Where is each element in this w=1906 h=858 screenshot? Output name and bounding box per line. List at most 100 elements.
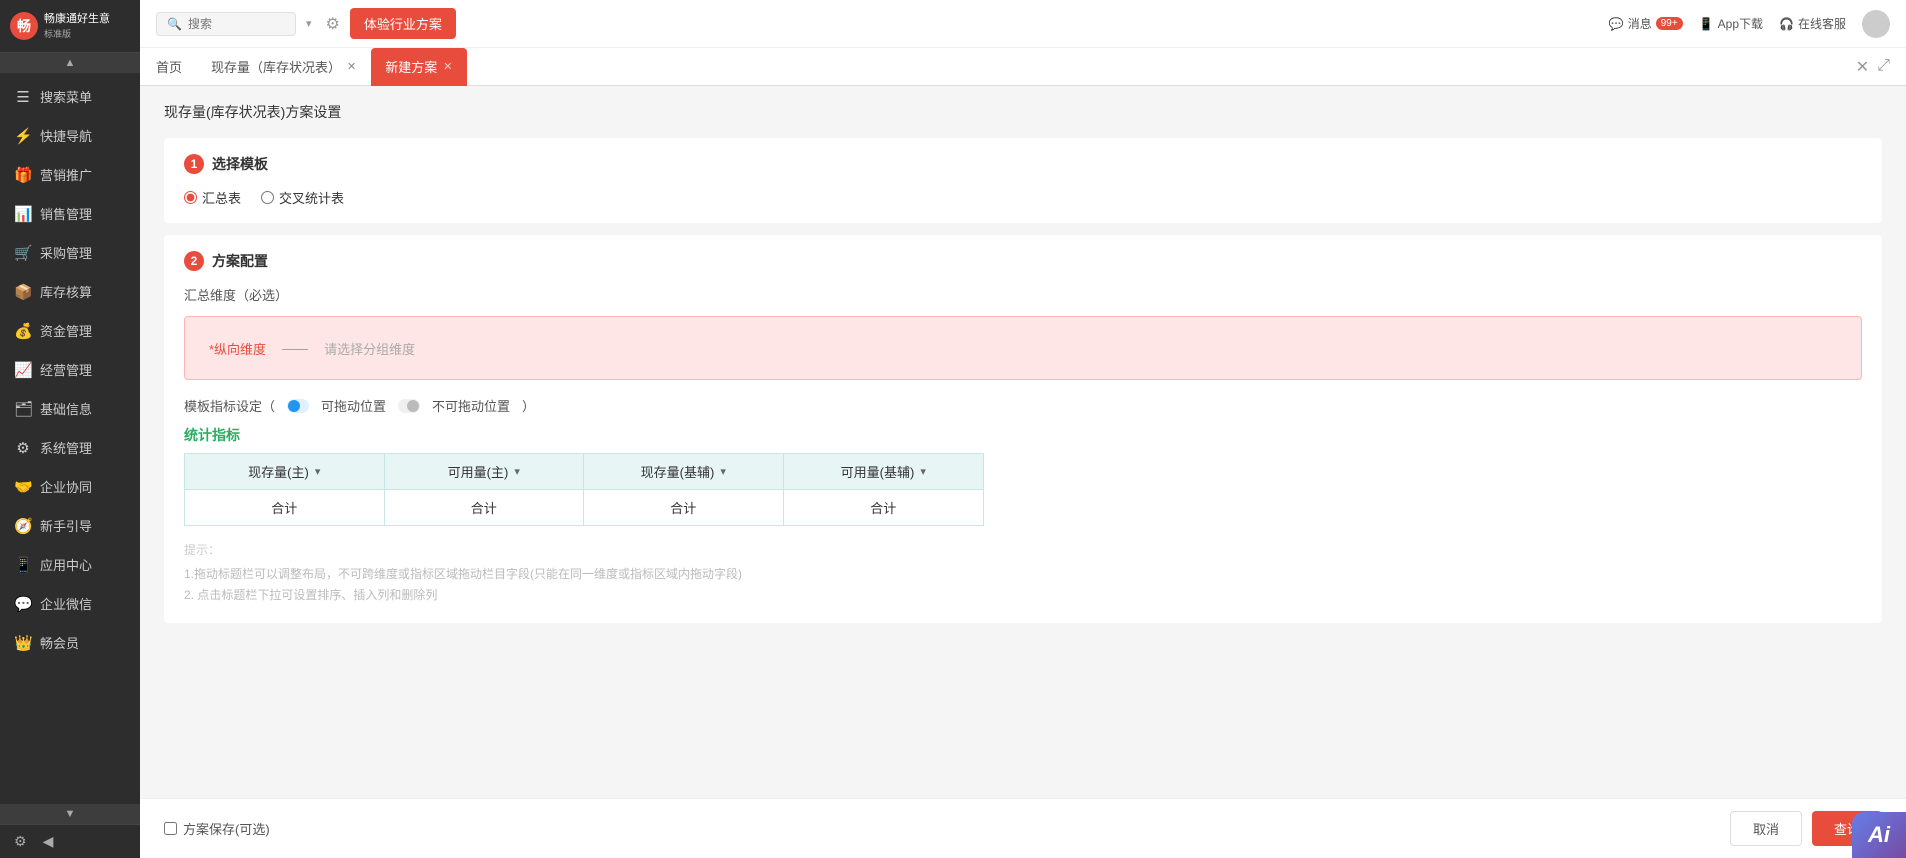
sidebar-item-inventory[interactable]: 📦 库存核算 [0, 272, 140, 311]
tabs-bar: 首页 现存量（库存状况表） ✕ 新建方案 ✕ ✕ ⤢ [140, 48, 1906, 86]
sidebar-scroll-down[interactable]: ▼ [0, 804, 140, 824]
customer-service-item[interactable]: 🎧 在线客服 [1779, 15, 1846, 32]
dimension-hint: 请选择分组维度 [324, 339, 415, 358]
sidebar-item-quick-nav[interactable]: ⚡ 快捷导航 [0, 116, 140, 155]
window-close-icon[interactable]: ✕ [1856, 57, 1869, 77]
sidebar-scroll-up[interactable]: ▲ [0, 53, 140, 73]
sidebar-item-label: 快捷导航 [40, 126, 92, 145]
quick-nav-icon: ⚡ [14, 127, 32, 145]
topbar-search-box[interactable]: 🔍 [156, 12, 296, 36]
sidebar-item-label: 销售管理 [40, 204, 92, 223]
td-cell-0: 合计 [185, 490, 385, 525]
user-avatar[interactable] [1862, 10, 1890, 38]
purchase-icon: 🛒 [14, 244, 32, 262]
template-summary-label: 汇总表 [202, 188, 241, 207]
sidebar-item-purchase[interactable]: 🛒 采购管理 [0, 233, 140, 272]
tab-inventory-close-icon[interactable]: ✕ [347, 60, 356, 73]
footer: 方案保存(可选) 取消 查询 [140, 798, 1906, 858]
template-cross-radio[interactable] [261, 191, 274, 204]
th-label-2: 现存量(基辅) [641, 462, 715, 481]
message-label: 消息 [1628, 15, 1652, 32]
tip2: 2. 点击标题栏下拉可设置排序、插入列和删除列 [184, 585, 1862, 607]
topbar-right: 💬 消息 99+ 📱 App下载 🎧 在线客服 [1609, 10, 1890, 38]
sidebar-item-member[interactable]: 👑 畅会员 [0, 623, 140, 662]
tab-inventory-status[interactable]: 现存量（库存状况表） ✕ [197, 48, 371, 86]
th-label-1: 可用量(主) [448, 462, 509, 481]
settings-gear-icon[interactable]: ⚙ [326, 14, 340, 34]
save-checkbox-label[interactable]: 方案保存(可选) [164, 819, 270, 838]
step2-text: 方案配置 [212, 251, 268, 271]
sidebar-item-finance[interactable]: 💰 资金管理 [0, 311, 140, 350]
th-chevron-3[interactable]: ▾ [920, 465, 926, 478]
sidebar-item-app-center[interactable]: 📱 应用中心 [0, 545, 140, 584]
search-chevron-icon[interactable]: ▾ [306, 17, 312, 30]
industry-scheme-button[interactable]: 体验行业方案 [350, 8, 456, 39]
tab-home[interactable]: 首页 [156, 48, 197, 86]
wechat-icon: 💬 [14, 595, 32, 613]
search-icon: 🔍 [167, 17, 182, 31]
th-label-0: 现存量(主) [248, 462, 309, 481]
message-badge-item[interactable]: 💬 消息 99+ [1609, 15, 1683, 32]
template-cross-option[interactable]: 交叉统计表 [261, 188, 344, 207]
tab-new-scheme[interactable]: 新建方案 ✕ [371, 48, 467, 86]
th-chevron-1[interactable]: ▾ [514, 465, 520, 478]
template-summary-option[interactable]: 汇总表 [184, 188, 241, 207]
tab-new-scheme-close-icon[interactable]: ✕ [443, 60, 452, 73]
th-cell-0: 现存量(主) ▾ [185, 454, 385, 489]
sidebar-item-system[interactable]: ⚙ 系统管理 [0, 428, 140, 467]
step1-label: 1 选择模板 [184, 154, 268, 174]
sidebar-item-basic-info[interactable]: 🗂 基础信息 [0, 389, 140, 428]
sidebar-item-wechat[interactable]: 💬 企业微信 [0, 584, 140, 623]
app-download-item[interactable]: 📱 App下载 [1699, 15, 1763, 32]
tips-area: 提示： 1.拖动标题栏可以调整布局，不可跨维度或指标区域拖动栏目字段(只能在同一… [184, 540, 1862, 607]
system-icon: ⚙ [14, 439, 32, 457]
tip1: 1.拖动标题栏可以调整布局，不可跨维度或指标区域拖动栏目字段(只能在同一维度或指… [184, 564, 1862, 586]
sales-icon: 📊 [14, 205, 32, 223]
basic-info-icon: 🗂 [14, 400, 32, 418]
sidebar-logo: 畅 畅康通好生意 标准版 [0, 0, 140, 53]
step1-num: 1 [184, 154, 204, 174]
dimension-line: —— [282, 341, 308, 356]
sidebar-item-newcomer[interactable]: 🧭 新手引导 [0, 506, 140, 545]
search-input[interactable] [188, 17, 288, 31]
table-data-row: 合计 合计 合计 合计 [184, 490, 984, 526]
sidebar-item-marketing[interactable]: 🎁 营销推广 [0, 155, 140, 194]
sidebar-item-label: 资金管理 [40, 321, 92, 340]
window-expand-icon[interactable]: ⤢ [1877, 57, 1890, 77]
th-chevron-0[interactable]: ▾ [315, 465, 321, 478]
sidebar-item-sales[interactable]: 📊 销售管理 [0, 194, 140, 233]
sidebar-collapse-icon[interactable]: ◀ [43, 833, 54, 850]
ai-badge[interactable]: Ai [1852, 812, 1906, 858]
template-cross-label: 交叉统计表 [279, 188, 344, 207]
message-count-badge: 99+ [1656, 17, 1683, 30]
th-chevron-2[interactable]: ▾ [720, 465, 726, 478]
td-cell-2: 合计 [584, 490, 784, 525]
save-label: 方案保存(可选) [183, 819, 270, 838]
dimension-area[interactable]: *纵向维度 —— 请选择分组维度 [184, 316, 1862, 380]
sidebar-item-label: 企业微信 [40, 594, 92, 613]
dimension-required-label: *纵向维度 [209, 339, 266, 358]
sidebar-settings-icon[interactable]: ⚙ [14, 833, 27, 850]
save-checkbox[interactable] [164, 822, 177, 835]
sidebar-item-cooperation[interactable]: 🤝 企业协同 [0, 467, 140, 506]
tab-inventory-label: 现存量（库存状况表） [211, 57, 341, 76]
sidebar-item-search-menu[interactable]: ☰ 搜索菜单 [0, 77, 140, 116]
sidebar-item-operation[interactable]: 📈 经营管理 [0, 350, 140, 389]
window-controls: ✕ ⤢ [1856, 57, 1890, 77]
draggable-label: 可拖动位置 [321, 396, 386, 415]
logo-edition: 标准版 [44, 27, 110, 40]
cancel-button[interactable]: 取消 [1730, 811, 1802, 846]
app-center-icon: 📱 [14, 556, 32, 574]
tips-title: 提示： [184, 540, 1862, 562]
sidebar-item-label: 畅会员 [40, 633, 79, 652]
indicator-title-row: 模板指标设定（ 可拖动位置 不可拖动位置 ） [184, 396, 1862, 415]
logo-name: 畅康通好生意 [44, 12, 110, 26]
th-cell-2: 现存量(基辅) ▾ [584, 454, 784, 489]
message-icon: 💬 [1609, 17, 1624, 31]
member-icon: 👑 [14, 634, 32, 652]
template-summary-radio[interactable] [184, 191, 197, 204]
logo-text-block: 畅康通好生意 标准版 [44, 12, 110, 39]
content-area: 现存量(库存状况表)方案设置 1 选择模板 汇总表 交叉统计表 2 [140, 86, 1906, 798]
table-header-row: 现存量(主) ▾ 可用量(主) ▾ 现存量(基辅) ▾ 可用量(基辅) ▾ [184, 453, 984, 490]
section-step2: 2 方案配置 汇总维度（必选） *纵向维度 —— 请选择分组维度 模板指标设定（… [164, 235, 1882, 623]
